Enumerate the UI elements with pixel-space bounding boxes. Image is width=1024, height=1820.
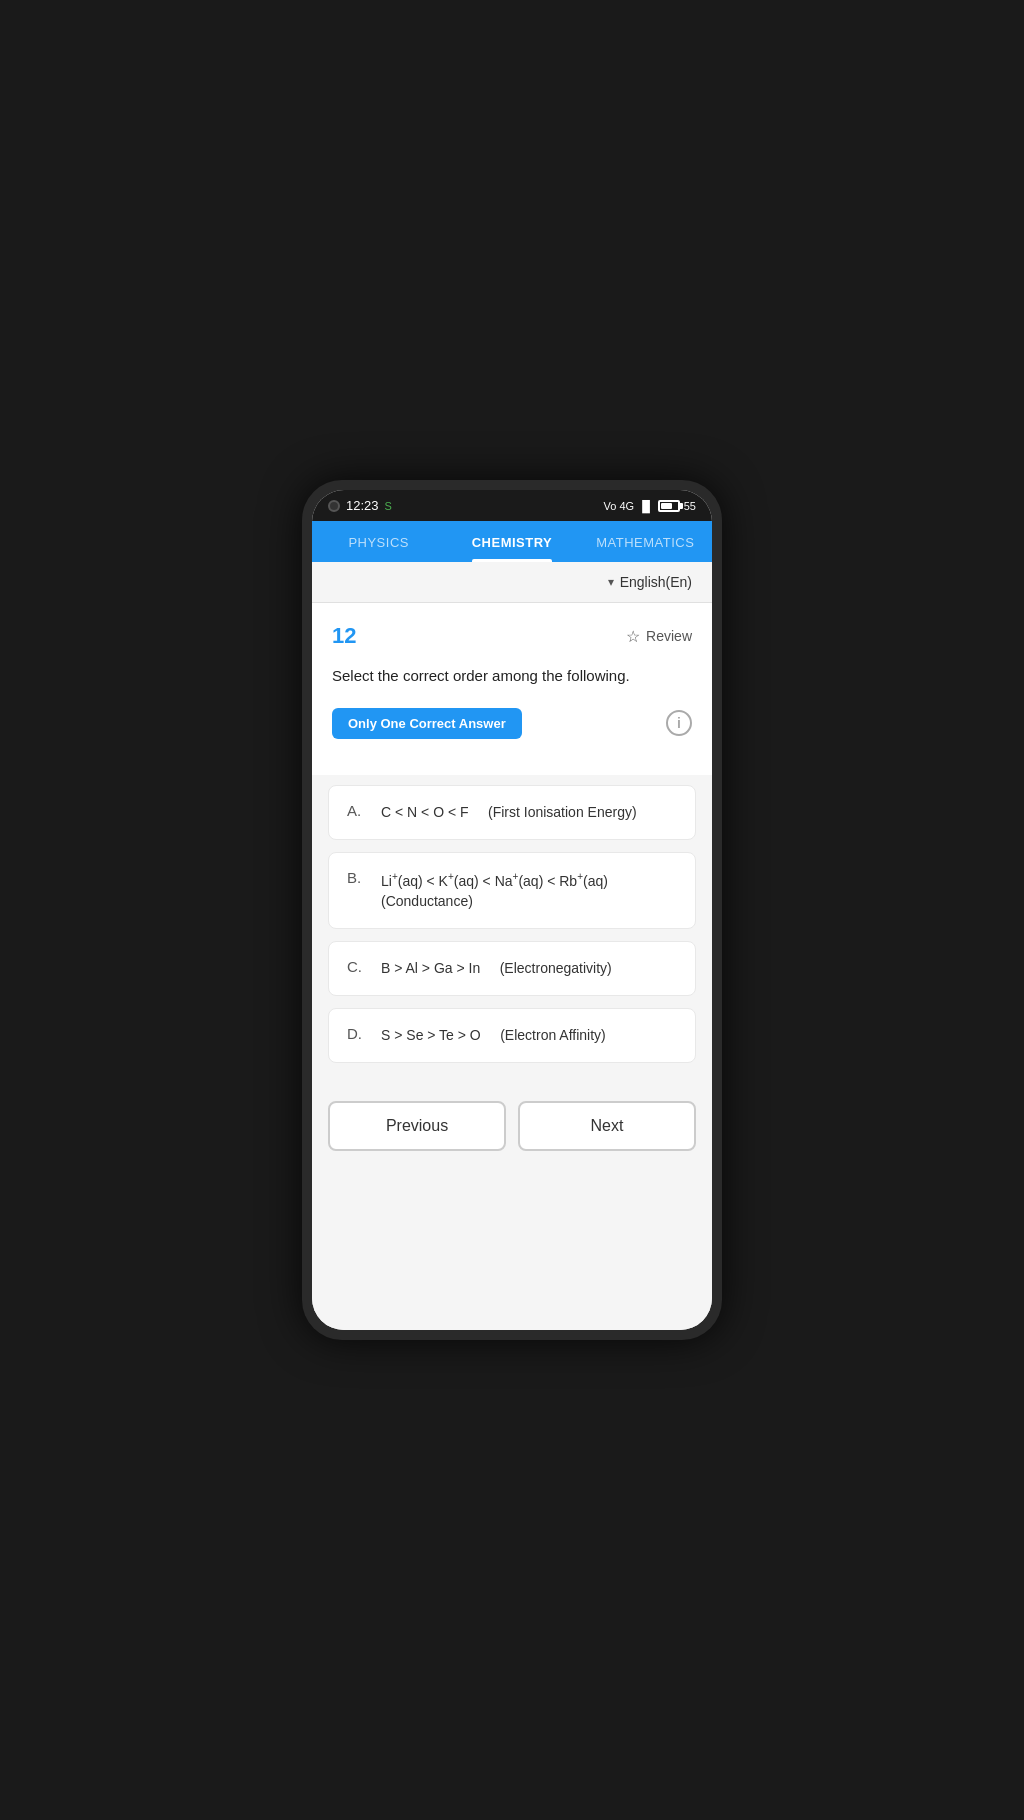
options-area: A. C < N < O < F (First Ionisation Energ… (312, 775, 712, 1086)
option-c[interactable]: C. B > Al > Ga > In (Electronegativity) (328, 941, 696, 996)
content-area: ▾ English(En) 12 ☆ Review Select the cor… (312, 562, 712, 1330)
status-left: 12:23 S (328, 498, 392, 513)
language-bar: ▾ English(En) (312, 562, 712, 603)
question-area: 12 ☆ Review Select the correct order amo… (312, 603, 712, 775)
status-s: S (385, 500, 392, 512)
language-selector[interactable]: ▾ English(En) (608, 574, 692, 590)
battery-level: 55 (684, 500, 696, 512)
tab-chemistry[interactable]: CHEMISTRY (445, 521, 578, 562)
status-right: Vo 4G ▐▌ 55 (604, 500, 696, 512)
battery-icon (658, 500, 680, 512)
battery-fill (661, 503, 672, 509)
signal-bars: ▐▌ (638, 500, 654, 512)
next-button[interactable]: Next (518, 1101, 696, 1151)
language-label: English(En) (620, 574, 692, 590)
option-a[interactable]: A. C < N < O < F (First Ionisation Energ… (328, 785, 696, 840)
question-header: 12 ☆ Review (332, 623, 692, 649)
network-indicator: Vo 4G (604, 500, 635, 512)
option-d[interactable]: D. S > Se > Te > O (Electron Affinity) (328, 1008, 696, 1063)
info-icon[interactable]: i (666, 710, 692, 736)
nav-tabs: PHYSICS CHEMISTRY MATHEMATICS (312, 521, 712, 562)
question-text: Select the correct order among the follo… (332, 665, 692, 688)
tab-physics[interactable]: PHYSICS (312, 521, 445, 562)
star-icon: ☆ (626, 627, 640, 646)
status-bar: 12:23 S Vo 4G ▐▌ 55 (312, 490, 712, 521)
answer-type-badge: Only One Correct Answer (332, 708, 522, 739)
review-button[interactable]: ☆ Review (626, 627, 692, 646)
camera-dot (328, 500, 340, 512)
option-a-letter: A. (347, 802, 367, 819)
option-c-content: B > Al > Ga > In (Electronegativity) (381, 958, 612, 979)
option-d-letter: D. (347, 1025, 367, 1042)
option-c-letter: C. (347, 958, 367, 975)
phone-screen: 12:23 S Vo 4G ▐▌ 55 PHYSICS CHEMISTRY MA… (312, 490, 712, 1330)
phone-frame: 12:23 S Vo 4G ▐▌ 55 PHYSICS CHEMISTRY MA… (302, 480, 722, 1340)
bottom-nav: Previous Next (312, 1085, 712, 1167)
review-label: Review (646, 628, 692, 644)
status-time: 12:23 (346, 498, 379, 513)
option-a-content: C < N < O < F (First Ionisation Energy) (381, 802, 637, 823)
question-number: 12 (332, 623, 356, 649)
answer-type-row: Only One Correct Answer i (332, 708, 692, 739)
option-b[interactable]: B. Li+(aq) < K+(aq) < Na+(aq) < Rb+(aq)(… (328, 852, 696, 930)
tab-mathematics[interactable]: MATHEMATICS (579, 521, 712, 562)
option-b-content: Li+(aq) < K+(aq) < Na+(aq) < Rb+(aq)(Con… (381, 869, 608, 913)
option-b-letter: B. (347, 869, 367, 886)
previous-button[interactable]: Previous (328, 1101, 506, 1151)
chevron-down-icon: ▾ (608, 575, 614, 589)
option-d-content: S > Se > Te > O (Electron Affinity) (381, 1025, 606, 1046)
